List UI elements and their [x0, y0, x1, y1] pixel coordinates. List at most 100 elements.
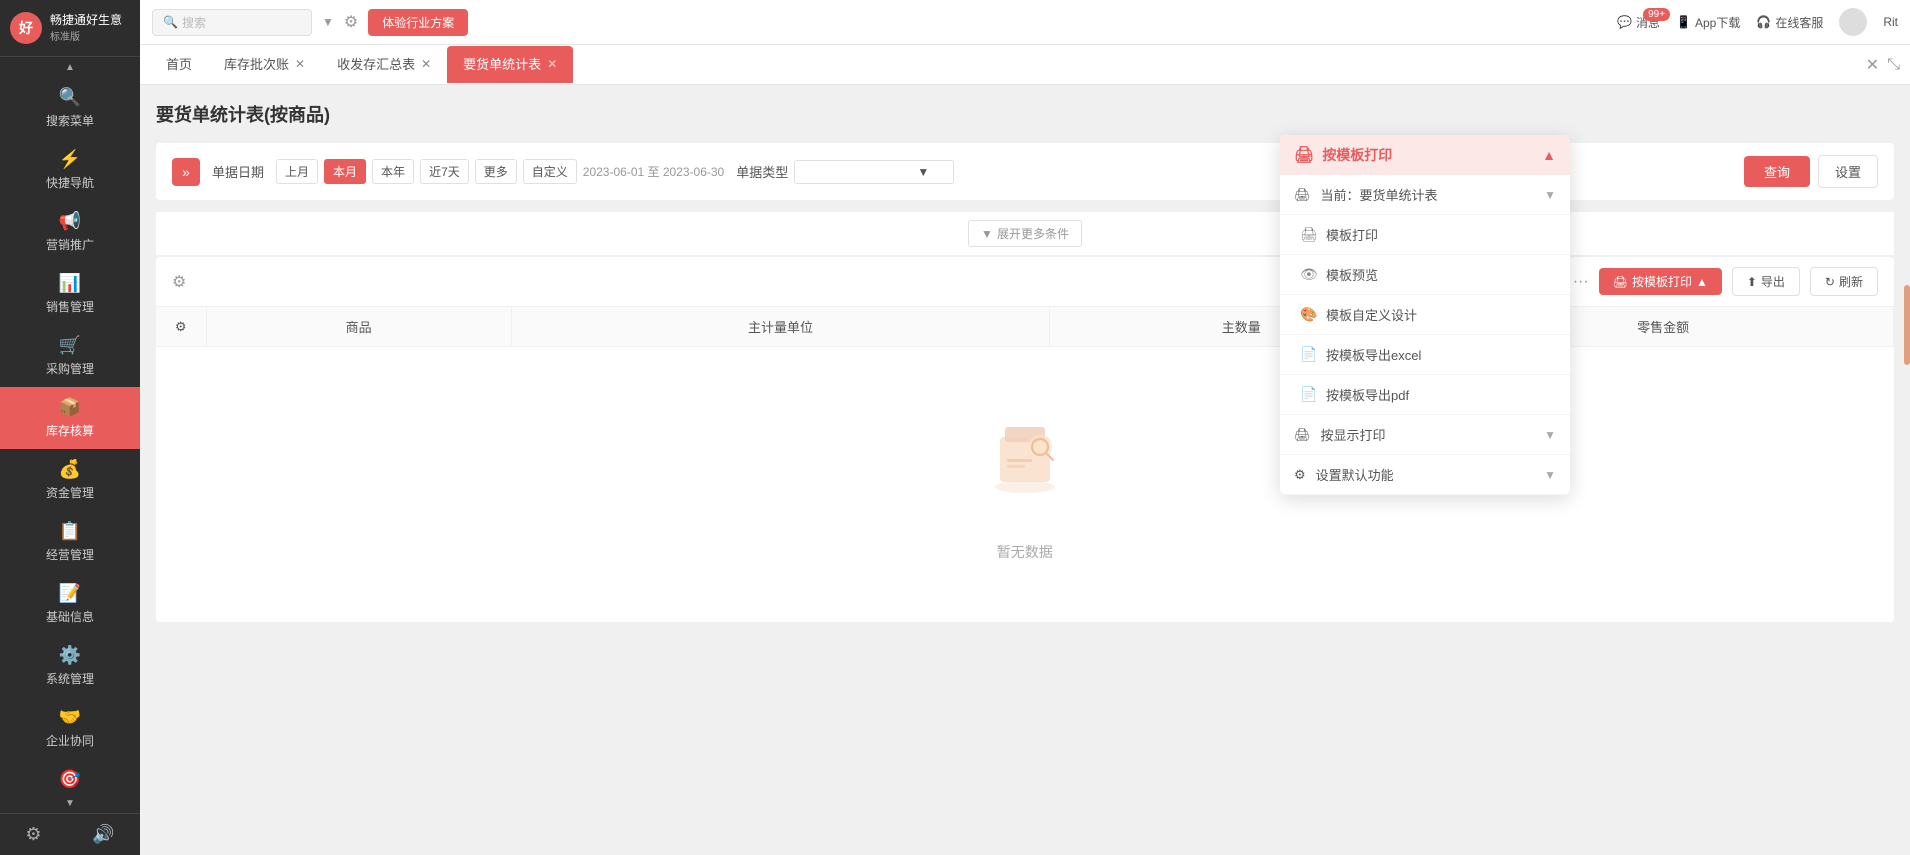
tab-order-summary[interactable]: 要货单统计表 ✕ — [447, 46, 573, 83]
scroll-indicator[interactable] — [1904, 285, 1910, 365]
expand-more-btn[interactable]: ▼ 展开更多条件 — [968, 220, 1082, 247]
settings-bottom-icon[interactable]: ⚙ — [25, 824, 41, 845]
col-product: 商品 — [206, 307, 511, 347]
sidebar-item-label: 营销推广 — [46, 236, 94, 253]
sidebar-item-label: 搜索菜单 — [46, 112, 94, 129]
set-default-label: 设置默认功能 — [1316, 465, 1394, 484]
messages-btn[interactable]: 💬 消息 99+ — [1617, 14, 1660, 31]
settings-btn[interactable]: 设置 — [1818, 155, 1878, 188]
dropdown-item-template-print[interactable]: 🖨 模板打印 — [1280, 215, 1570, 255]
refresh-icon: ↻ — [1825, 275, 1835, 289]
dropdown-current-item[interactable]: 🖨 当前：要货单统计表 ▼ — [1280, 175, 1570, 215]
marketing-icon: 📢 — [59, 211, 81, 232]
speaker-icon[interactable]: 🔊 — [92, 824, 114, 845]
export-btn[interactable]: ⬆ 导出 — [1732, 267, 1800, 296]
close-window-icon[interactable]: ✕ — [1866, 55, 1879, 75]
query-btn[interactable]: 查询 — [1744, 156, 1810, 187]
sidebar-item-finance[interactable]: 💰 资金管理 — [0, 449, 140, 511]
sidebar-item-marketing[interactable]: 📢 营销推广 — [0, 201, 140, 263]
export-icon: ⬆ — [1747, 275, 1757, 289]
table-empty-row: 暂无数据 — [156, 347, 1894, 623]
this-month-btn[interactable]: 本月 — [324, 159, 366, 184]
display-print-icon: 🖨 — [1294, 427, 1311, 443]
tab-batch-account[interactable]: 库存批次账 ✕ — [208, 46, 321, 83]
search-icon: 🔍 — [59, 87, 81, 108]
sidebar-item-label: 基础信息 — [46, 608, 94, 625]
date-buttons: 上月 本月 本年 近7天 更多 自定义 2023-06-01 至 2023-06… — [276, 159, 724, 184]
print-btn[interactable]: 🖨 按模板打印 ▲ — [1599, 268, 1722, 295]
sidebar-item-guide[interactable]: 🎯 新手引导 — [0, 759, 140, 793]
tab-collection-summary-close[interactable]: ✕ — [421, 57, 431, 71]
tab-home[interactable]: 首页 — [150, 46, 208, 83]
tab-collection-summary[interactable]: 收发存汇总表 ✕ — [321, 46, 447, 83]
last-month-btn[interactable]: 上月 — [276, 159, 318, 184]
sidebar-scroll-down[interactable]: ▼ — [0, 793, 140, 813]
col-settings[interactable]: ⚙ — [156, 307, 206, 347]
last-7-days-btn[interactable]: 近7天 — [420, 159, 469, 184]
export-excel-icon: 📄 — [1300, 346, 1316, 363]
filter-expand-btn[interactable]: » — [172, 158, 200, 186]
sidebar-item-sales[interactable]: 📊 销售管理 — [0, 263, 140, 325]
expand-more-label: 展开更多条件 — [997, 225, 1069, 242]
sidebar-item-inventory[interactable]: 📦 库存核算 — [0, 387, 140, 449]
chevron-down-icon: ▼ — [917, 165, 929, 179]
quicknav-icon: ⚡ — [59, 149, 81, 170]
table-toolbar: ⚙ ··· 🖨 按模板打印 ▲ ⬆ 导出 ↻ 刷新 — [156, 257, 1894, 307]
sidebar-item-operation[interactable]: 📋 经营管理 — [0, 511, 140, 573]
export-label: 导出 — [1761, 273, 1785, 290]
dropdown-item-display-print[interactable]: 🖨 按显示打印 ▼ — [1280, 415, 1570, 455]
topbar-right: 💬 消息 99+ 📱 App下载 🎧 在线客服 Rit — [1617, 8, 1898, 36]
refresh-label: 刷新 — [1839, 273, 1863, 290]
username-label[interactable]: Rit — [1883, 15, 1898, 29]
date-range-display: 2023-06-01 至 2023-06-30 — [583, 163, 724, 180]
sidebar-item-collab[interactable]: 🤝 企业协同 — [0, 697, 140, 759]
maximize-window-icon[interactable]: ⤡ — [1887, 56, 1900, 74]
topbar-dropdown-arrow[interactable]: ▼ — [322, 15, 334, 29]
data-table: ⚙ 商品 主计量单位 主数量 零售金额 — [156, 307, 1894, 622]
filter-bar: » 单据日期 上月 本月 本年 近7天 更多 自定义 2023-06-01 至 … — [156, 143, 1894, 200]
search-input-box[interactable]: 🔍 搜索 — [152, 9, 312, 36]
message-icon: 💬 — [1617, 15, 1632, 29]
page-content: 要货单统计表(按商品) » 单据日期 上月 本月 本年 近7天 更多 自定义 2… — [140, 85, 1910, 855]
dropdown-item-template-preview[interactable]: 👁 模板预览 — [1280, 255, 1570, 295]
refresh-btn[interactable]: ↻ 刷新 — [1810, 267, 1878, 296]
col-unit: 主计量单位 — [511, 307, 1050, 347]
this-year-btn[interactable]: 本年 — [372, 159, 414, 184]
table: ⚙ 商品 主计量单位 主数量 零售金额 — [156, 307, 1894, 622]
sidebar-scroll-up[interactable]: ▲ — [0, 57, 140, 77]
topbar-gear-icon[interactable]: ⚙ — [344, 12, 358, 32]
logo-text-block: 畅捷通好生意 标准版 — [50, 13, 122, 44]
table-gear-icon[interactable]: ⚙ — [172, 272, 186, 292]
app-download-btn[interactable]: 📱 App下载 — [1676, 14, 1740, 31]
search-placeholder: 搜索 — [182, 14, 206, 31]
sidebar-item-basic[interactable]: 📝 基础信息 — [0, 573, 140, 635]
tab-order-summary-close[interactable]: ✕ — [547, 57, 557, 71]
inventory-icon: 📦 — [59, 397, 81, 418]
type-label: 单据类型 — [736, 162, 788, 181]
tab-bar: 首页 库存批次账 ✕ 收发存汇总表 ✕ 要货单统计表 ✕ ✕ ⤡ — [140, 45, 1910, 85]
date-label: 单据日期 — [212, 162, 264, 181]
tab-batch-account-close[interactable]: ✕ — [295, 57, 305, 71]
user-avatar[interactable] — [1839, 8, 1867, 36]
template-design-icon: 🎨 — [1300, 306, 1316, 323]
more-date-btn[interactable]: 更多 — [475, 159, 517, 184]
sidebar-item-search[interactable]: 🔍 搜索菜单 — [0, 77, 140, 139]
sidebar-item-system[interactable]: ⚙️ 系统管理 — [0, 635, 140, 697]
dropdown-item-template-design[interactable]: 🎨 模板自定义设计 — [1280, 295, 1570, 335]
dropdown-item-set-default[interactable]: ⚙ 设置默认功能 ▼ — [1280, 455, 1570, 495]
dropdown-item-export-pdf[interactable]: 📄 按模板导出pdf — [1280, 375, 1570, 415]
logo-icon: 好 — [10, 12, 42, 44]
expand-more-icon: ▼ — [981, 227, 993, 241]
sidebar-item-label: 企业协同 — [46, 732, 94, 749]
dropdown-collapse-icon[interactable]: ▲ — [1542, 147, 1556, 163]
type-select[interactable]: ▼ — [794, 160, 954, 184]
custom-date-btn[interactable]: 自定义 — [523, 159, 577, 184]
sidebar-item-quick-nav[interactable]: ⚡ 快捷导航 — [0, 139, 140, 201]
online-service-btn[interactable]: 🎧 在线客服 — [1756, 14, 1823, 31]
trial-btn[interactable]: 体验行业方案 — [368, 9, 468, 36]
empty-text: 暂无数据 — [997, 542, 1053, 562]
dropdown-item-export-excel[interactable]: 📄 按模板导出excel — [1280, 335, 1570, 375]
search-icon: 🔍 — [163, 15, 178, 29]
sidebar-item-purchase[interactable]: 🛒 采购管理 — [0, 325, 140, 387]
more-options-icon[interactable]: ··· — [1573, 273, 1589, 291]
